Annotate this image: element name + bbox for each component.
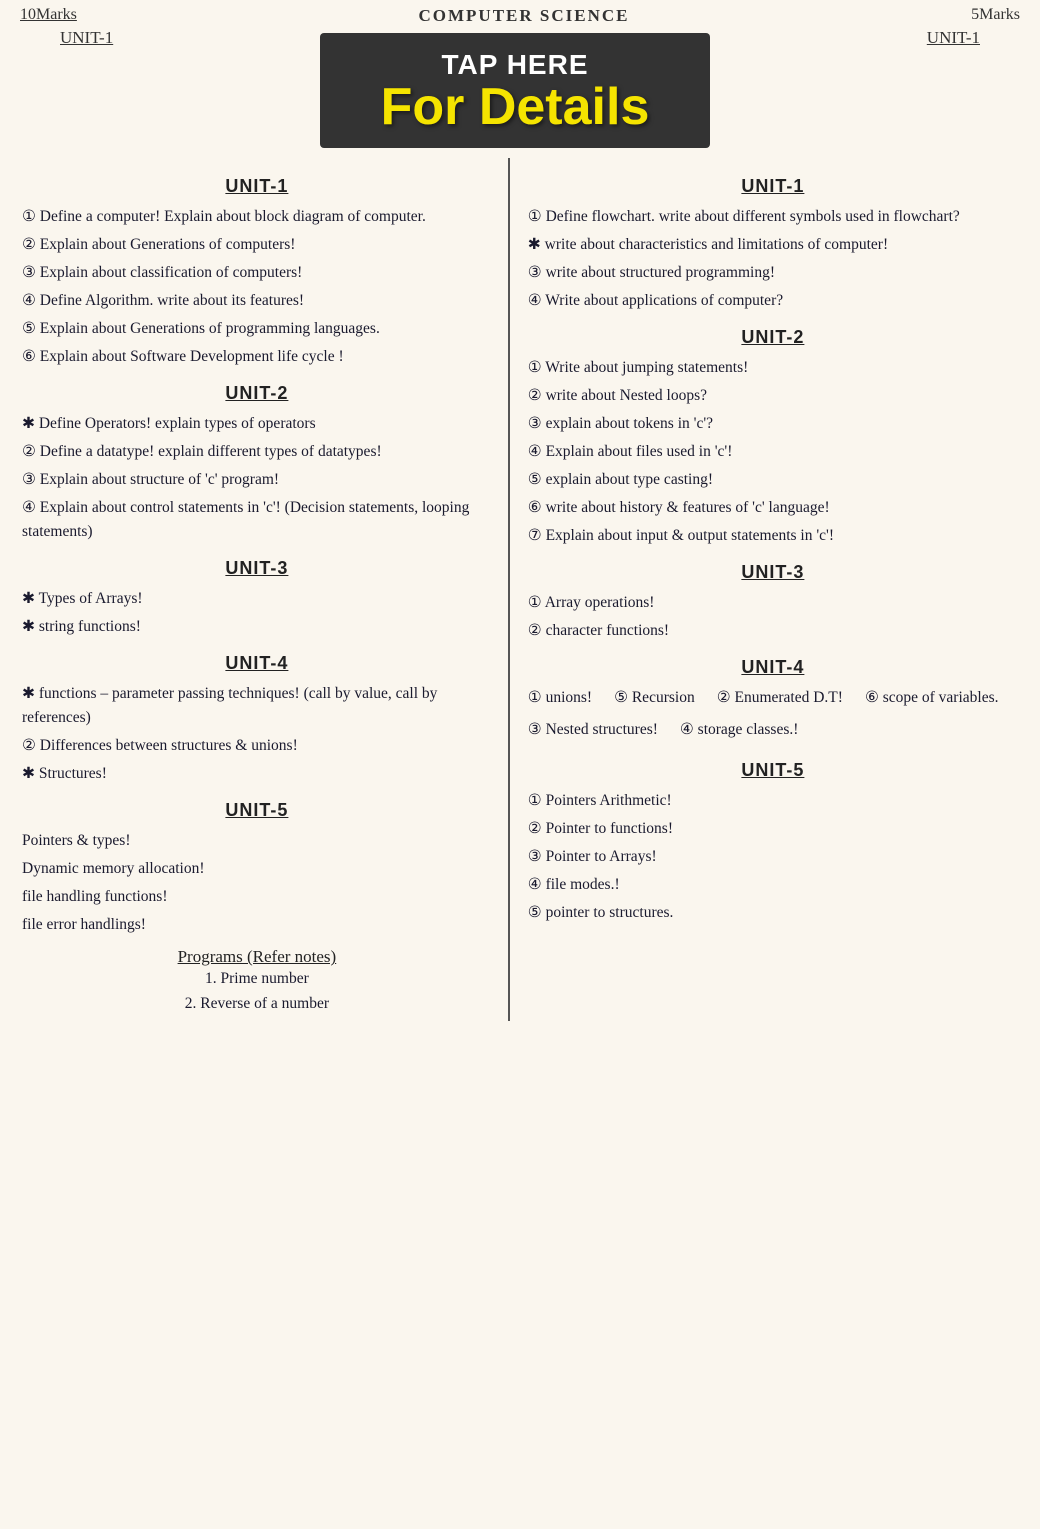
right-u4-item5: ⑤ Recursion xyxy=(610,686,695,710)
right-u4-item3: ③ Nested structures! xyxy=(524,718,658,742)
left-u2-item4: ④ Explain about control statements in 'c… xyxy=(18,496,496,544)
unit3-left-heading: UNIT-3 xyxy=(18,558,496,579)
marks-left: 10Marks xyxy=(20,6,77,26)
right-u3-item1: ① Array operations! xyxy=(524,591,1022,615)
right-column: UNIT-1 ① Define flowchart. write about d… xyxy=(510,158,1030,1021)
right-u2-item2: ② write about Nested loops? xyxy=(524,384,1022,408)
tap-banner[interactable]: TAP HERE For Details xyxy=(320,33,710,148)
left-u2-item2: ② Define a datatype! explain different t… xyxy=(18,440,496,464)
left-u1-item2: ② Explain about Generations of computers… xyxy=(18,233,496,257)
unit-right: UNIT-1 xyxy=(927,28,1020,48)
unit4-left-heading: UNIT-4 xyxy=(18,653,496,674)
banner-area: UNIT-1 UNIT-1 TAP HERE For Details xyxy=(0,28,1040,158)
right-u1-item4: ④ Write about applications of computer? xyxy=(524,289,1022,313)
left-u5-item1: Pointers & types! xyxy=(18,829,496,853)
right-u5-item5: ⑤ pointer to structures. xyxy=(524,901,1022,925)
tap-here-text: TAP HERE xyxy=(442,49,589,81)
left-u5-item3: file handling functions! xyxy=(18,885,496,909)
unit5-left-heading: UNIT-5 xyxy=(18,800,496,821)
left-u4-item3: ✱ Structures! xyxy=(18,762,496,786)
unit1-left-heading: UNIT-1 xyxy=(18,176,496,197)
left-u1-item4: ④ Define Algorithm. write about its feat… xyxy=(18,289,496,313)
prog-item2: 2. Reverse of a number xyxy=(18,992,496,1017)
header-top: 10Marks COMPUTER SCIENCE 5Marks xyxy=(0,0,1040,28)
right-u4-item1: ① unions! xyxy=(524,686,592,710)
subject-label: COMPUTER SCIENCE xyxy=(419,6,630,26)
left-u4-item1: ✱ functions – parameter passing techniqu… xyxy=(18,682,496,730)
right-u2-item7: ⑦ Explain about input & output statement… xyxy=(524,524,1022,548)
page-container: 10Marks COMPUTER SCIENCE 5Marks UNIT-1 U… xyxy=(0,0,1040,1529)
for-details-text: For Details xyxy=(381,81,650,133)
unit5-right-heading: UNIT-5 xyxy=(524,760,1022,781)
right-u2-item5: ⑤ explain about type casting! xyxy=(524,468,1022,492)
right-u4-item2: ② Enumerated D.T! xyxy=(713,686,843,710)
right-u3-item2: ② character functions! xyxy=(524,619,1022,643)
right-u5-item2: ② Pointer to functions! xyxy=(524,817,1022,841)
right-u5-item1: ① Pointers Arithmetic! xyxy=(524,789,1022,813)
right-u4-item4: ④ storage classes.! xyxy=(676,718,798,742)
left-u2-item1: ✱ Define Operators! explain types of ope… xyxy=(18,412,496,436)
left-u1-item1: ① Define a computer! Explain about block… xyxy=(18,205,496,229)
right-u2-item3: ③ explain about tokens in 'c'? xyxy=(524,412,1022,436)
left-u4-item2: ② Differences between structures & union… xyxy=(18,734,496,758)
right-u4-item6: ⑥ scope of variables. xyxy=(861,686,999,710)
left-u1-item6: ⑥ Explain about Software Development lif… xyxy=(18,345,496,369)
left-u5-item2: Dynamic memory allocation! xyxy=(18,857,496,881)
left-u3-item2: ✱ string functions! xyxy=(18,615,496,639)
right-u1-item1: ① Define flowchart. write about differen… xyxy=(524,205,1022,229)
prog-item1: 1. Prime number xyxy=(18,967,496,992)
right-u1-item3: ③ write about structured programming! xyxy=(524,261,1022,285)
left-u5-item4: file error handlings! xyxy=(18,913,496,937)
left-u3-item1: ✱ Types of Arrays! xyxy=(18,587,496,611)
right-u5-item4: ④ file modes.! xyxy=(524,873,1022,897)
left-column: UNIT-1 ① Define a computer! Explain abou… xyxy=(10,158,510,1021)
right-u2-item1: ① Write about jumping statements! xyxy=(524,356,1022,380)
two-col-content: UNIT-1 ① Define a computer! Explain abou… xyxy=(0,158,1040,1021)
unit3-right-heading: UNIT-3 xyxy=(524,562,1022,583)
right-u2-item4: ④ Explain about files used in 'c'! xyxy=(524,440,1022,464)
left-u1-item3: ③ Explain about classification of comput… xyxy=(18,261,496,285)
right-u2-item6: ⑥ write about history & features of 'c' … xyxy=(524,496,1022,520)
unit4-right-heading: UNIT-4 xyxy=(524,657,1022,678)
programs-title: Programs (Refer notes) xyxy=(18,947,496,967)
left-u1-item5: ⑤ Explain about Generations of programmi… xyxy=(18,317,496,341)
programs-section: Programs (Refer notes) 1. Prime number 2… xyxy=(18,947,496,1017)
unit2-right-heading: UNIT-2 xyxy=(524,327,1022,348)
right-u5-item3: ③ Pointer to Arrays! xyxy=(524,845,1022,869)
unit1-right-heading: UNIT-1 xyxy=(524,176,1022,197)
right-u1-item2: ✱ write about characteristics and limita… xyxy=(524,233,1022,257)
unit2-left-heading: UNIT-2 xyxy=(18,383,496,404)
left-u2-item3: ③ Explain about structure of 'c' program… xyxy=(18,468,496,492)
unit-left: UNIT-1 xyxy=(20,28,113,48)
marks-right: 5Marks xyxy=(971,6,1020,26)
